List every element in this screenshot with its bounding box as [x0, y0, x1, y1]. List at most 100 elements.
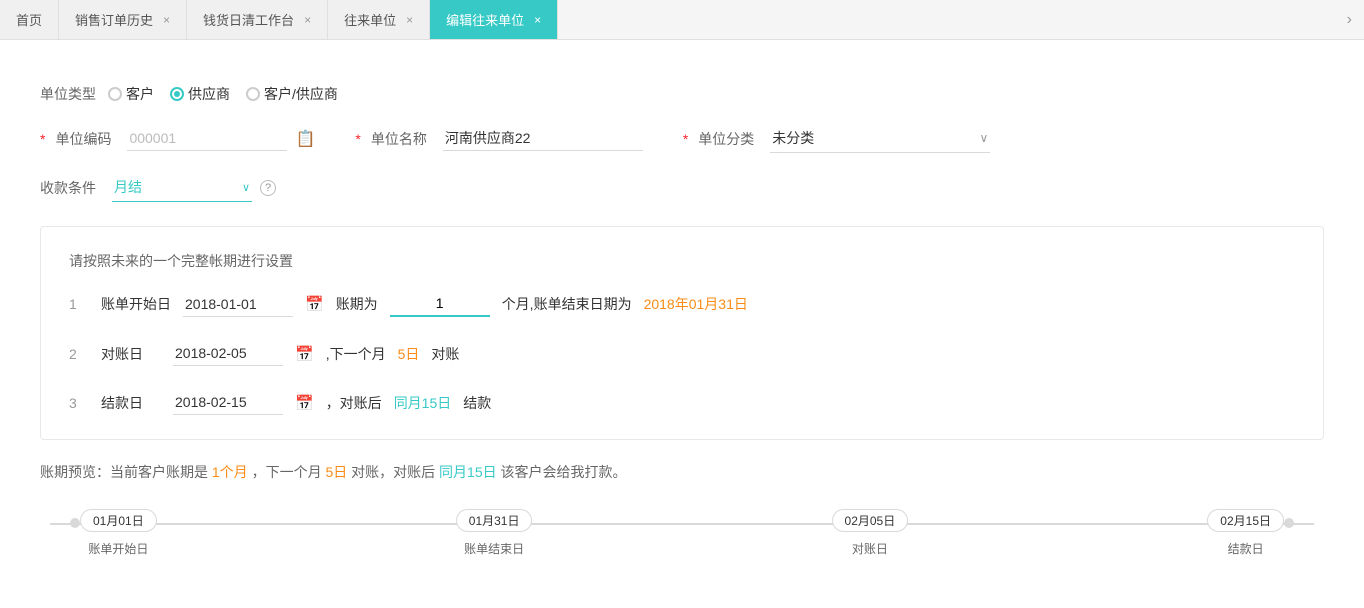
- tab-partner[interactable]: 往来单位 ×: [328, 0, 430, 39]
- end-date-highlight: 2018年01月31日: [644, 294, 748, 314]
- main-content: 单位类型 客户 供应商 客户/供应商 * 单位编码 📋 *: [0, 40, 1364, 608]
- unit-name-star: *: [355, 131, 360, 147]
- payment-day-highlight: 同月15日: [394, 393, 452, 413]
- payment-row: 收款条件 月结 ∨ ?: [40, 173, 1324, 202]
- payment-label: 收款条件: [40, 178, 96, 198]
- reconcile-date-input[interactable]: [173, 341, 283, 366]
- card-row-1: 1 账单开始日 📅 账期为 个月,账单结束日期为 2018年01月31日: [69, 291, 1295, 317]
- radio-supplier-circle: [170, 87, 184, 101]
- timeline-label-1: 账单开始日: [88, 540, 148, 557]
- reconcile-day-highlight: 5日: [398, 344, 420, 364]
- tab-cash-work[interactable]: 钱货日清工作台 ×: [187, 0, 328, 39]
- timeline-dot-end: [1284, 518, 1294, 528]
- fields-row: * 单位编码 📋 * 单位名称 * 单位分类 未分类 ∨: [40, 124, 1324, 153]
- tab-cash-work-label: 钱货日清工作台: [203, 10, 294, 29]
- timeline-node-4: 02月15日: [1207, 509, 1284, 532]
- unit-category-arrow: ∨: [979, 131, 988, 145]
- timeline-item-2: 01月31日 账单结束日: [456, 509, 533, 557]
- preview-section: 账期预览：当前客户账期是 1个月 ，下一个月 5日 对账，对账后 同月15日 该…: [40, 460, 1324, 485]
- row-1-num: 1: [69, 296, 89, 312]
- preview-date2: 同月15日: [439, 464, 497, 480]
- tab-partner-close[interactable]: ×: [406, 13, 413, 27]
- row-3-num: 3: [69, 395, 89, 411]
- unit-name-label: 单位名称: [371, 129, 427, 149]
- radio-supplier[interactable]: 供应商: [170, 84, 230, 104]
- unit-code-star: *: [40, 131, 45, 147]
- row-1-suffix-before: 账期为: [336, 294, 378, 314]
- row-3-suffix: ，对账后: [326, 393, 382, 413]
- settings-card: 请按照未来的一个完整帐期进行设置 1 账单开始日 📅 账期为 个月,账单结束日期…: [40, 226, 1324, 440]
- timeline-label-2: 账单结束日: [464, 540, 524, 557]
- unit-category-value: 未分类: [772, 128, 975, 148]
- timeline-node-1: 01月01日: [80, 509, 157, 532]
- copy-icon[interactable]: 📋: [295, 129, 315, 149]
- tab-sales-order-close[interactable]: ×: [163, 13, 170, 27]
- payment-condition-value: 月结: [114, 177, 238, 197]
- card-row-3: 3 结款日 📅 ，对账后 同月15日 结款: [69, 390, 1295, 415]
- unit-code-group: * 单位编码 📋: [40, 126, 315, 151]
- tab-cash-work-close[interactable]: ×: [304, 13, 311, 27]
- row-3-suffix2: 结款: [463, 393, 491, 413]
- radio-customer[interactable]: 客户: [108, 84, 154, 104]
- row-2-suffix: ,下一个月: [326, 344, 386, 364]
- timeline-section: 01月01日 账单开始日 01月31日 账单结束日 02月05日 对账日 02月…: [40, 509, 1324, 587]
- tab-more-button[interactable]: ›: [1335, 0, 1364, 39]
- unit-category-dropdown[interactable]: 未分类 ∨: [770, 124, 990, 153]
- tab-edit-partner-close[interactable]: ×: [534, 13, 541, 27]
- tab-home-label: 首页: [16, 10, 42, 29]
- start-date-calendar-icon[interactable]: 📅: [305, 295, 324, 313]
- timeline-item-3: 02月05日 对账日: [832, 509, 909, 557]
- row-2-label: 对账日: [101, 344, 161, 364]
- unit-category-star: *: [683, 131, 688, 147]
- row-1-label: 账单开始日: [101, 294, 171, 314]
- timeline-label-3: 对账日: [852, 540, 888, 557]
- radio-customer-label: 客户: [126, 84, 154, 104]
- timeline-item-1: 01月01日 账单开始日: [80, 509, 157, 557]
- period-input[interactable]: [390, 291, 490, 317]
- preview-text-after2: 该客户会给我打款。: [501, 464, 627, 480]
- preview-text-after1: 对账，对账后: [351, 464, 439, 480]
- unit-name-input[interactable]: [443, 126, 643, 151]
- payment-condition-dropdown[interactable]: 月结 ∨: [112, 173, 252, 202]
- timeline-node-3: 02月05日: [832, 509, 909, 532]
- card-row-2: 2 对账日 📅 ,下一个月 5日 对账: [69, 341, 1295, 366]
- unit-category-group: * 单位分类 未分类 ∨: [683, 124, 990, 153]
- radio-supplier-label: 供应商: [188, 84, 230, 104]
- tab-edit-partner-label: 编辑往来单位: [446, 10, 524, 29]
- row-3-label: 结款日: [101, 393, 161, 413]
- radio-both-circle: [246, 87, 260, 101]
- tab-edit-partner[interactable]: 编辑往来单位 ×: [430, 0, 558, 39]
- tab-bar: 首页 销售订单历史 × 钱货日清工作台 × 往来单位 × 编辑往来单位 × ›: [0, 0, 1364, 40]
- preview-text-mid: ，下一个月: [252, 464, 322, 480]
- radio-group: 客户 供应商 客户/供应商: [108, 84, 338, 104]
- row-1-suffix-after: 个月,账单结束日期为: [502, 294, 632, 314]
- reconcile-date-calendar-icon[interactable]: 📅: [295, 345, 314, 363]
- unit-code-input[interactable]: [127, 126, 287, 151]
- tab-sales-order-label: 销售订单历史: [75, 10, 153, 29]
- preview-period: 1个月: [212, 464, 248, 480]
- start-date-input[interactable]: [183, 292, 293, 317]
- unit-type-row: 单位类型 客户 供应商 客户/供应商: [40, 64, 1324, 104]
- timeline-wrapper: 01月01日 账单开始日 01月31日 账单结束日 02月05日 对账日 02月…: [60, 509, 1304, 557]
- payment-date-input[interactable]: [173, 390, 283, 415]
- timeline-item-4: 02月15日 结款日: [1207, 509, 1284, 557]
- timeline-dot-start: [70, 518, 80, 528]
- preview-date1: 5日: [325, 464, 347, 480]
- timeline-node-2: 01月31日: [456, 509, 533, 532]
- payment-date-calendar-icon[interactable]: 📅: [295, 394, 314, 412]
- unit-type-label: 单位类型: [40, 84, 100, 104]
- unit-category-label: 单位分类: [698, 129, 754, 149]
- tab-home[interactable]: 首页: [0, 0, 59, 39]
- row-2-num: 2: [69, 346, 89, 362]
- unit-name-group: * 单位名称: [355, 126, 642, 151]
- radio-both[interactable]: 客户/供应商: [246, 84, 338, 104]
- payment-dropdown-arrow: ∨: [242, 181, 250, 194]
- radio-customer-circle: [108, 87, 122, 101]
- help-icon[interactable]: ?: [260, 180, 276, 196]
- card-description: 请按照未来的一个完整帐期进行设置: [69, 251, 1295, 271]
- tab-sales-order[interactable]: 销售订单历史 ×: [59, 0, 187, 39]
- timeline-items: 01月01日 账单开始日 01月31日 账单结束日 02月05日 对账日 02月…: [80, 509, 1284, 557]
- unit-code-label: 单位编码: [55, 129, 111, 149]
- preview-label: 账期预览：当前客户账期是: [40, 464, 208, 480]
- radio-both-label: 客户/供应商: [264, 84, 338, 104]
